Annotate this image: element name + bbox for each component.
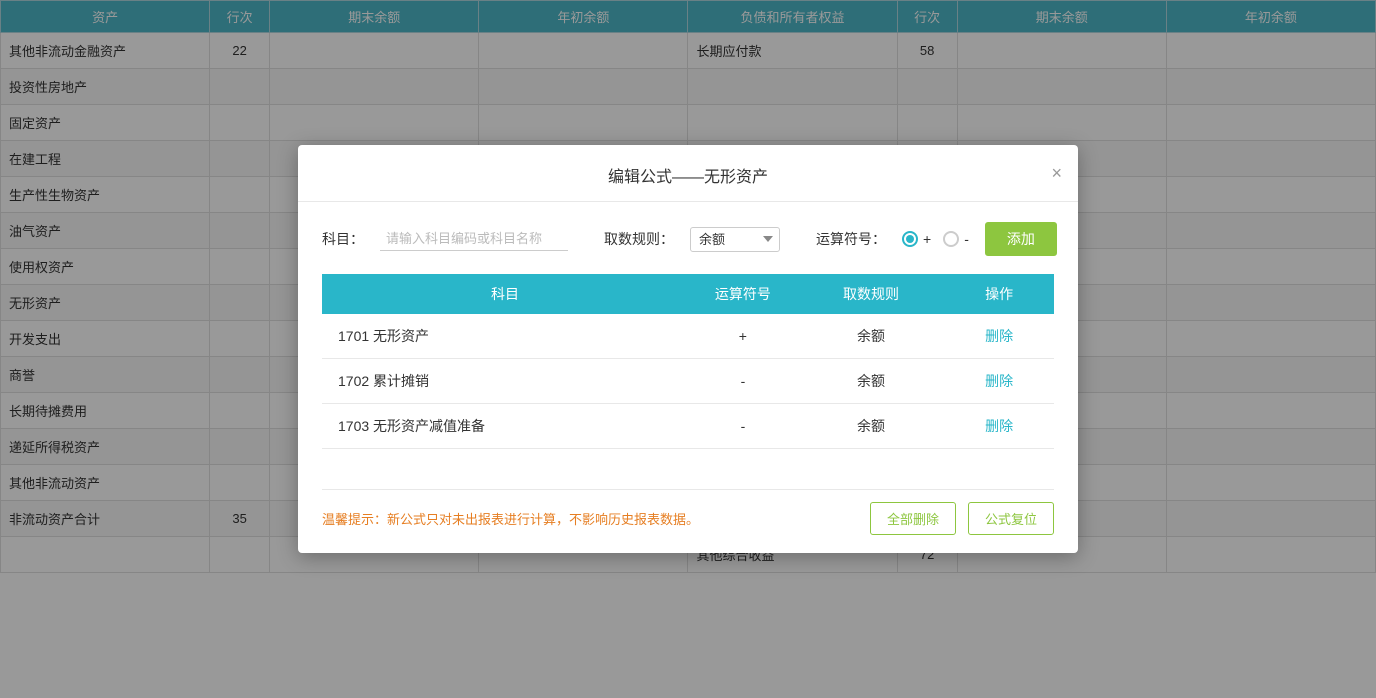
- formula-subject: 1703 无形资产减值准备: [322, 404, 688, 449]
- subject-input[interactable]: [380, 227, 568, 251]
- subject-label: 科目：: [322, 229, 364, 249]
- formula-table: 科目 运算符号 取数规则 操作 1701 无形资产 + 余额 删除 1702 累…: [322, 274, 1054, 449]
- formula-rule: 余额: [798, 404, 944, 449]
- dialog-header: 编辑公式——无形资产 ×: [298, 145, 1078, 202]
- dialog-footer: 温馨提示：新公式只对未出报表进行计算，不影响历史报表数据。 全部删除 公式复位: [298, 490, 1078, 553]
- dialog-body: 科目： 取数规则： 余额 借方发生额 贷方发生额 运算符号： +: [298, 202, 1078, 489]
- delete-link[interactable]: 删除: [985, 418, 1013, 434]
- radio-minus-circle: [943, 231, 959, 247]
- operator-minus-radio[interactable]: -: [943, 231, 969, 247]
- formula-action: 删除: [944, 359, 1054, 404]
- rule-select-wrap: 余额 借方发生额 贷方发生额: [690, 227, 780, 252]
- formula-subject: 1701 无形资产: [322, 314, 688, 359]
- formula-operator: -: [688, 404, 798, 449]
- formula-action: 删除: [944, 314, 1054, 359]
- formula-operator: -: [688, 359, 798, 404]
- formula-action: 删除: [944, 404, 1054, 449]
- form-row: 科目： 取数规则： 余额 借方发生额 贷方发生额 运算符号： +: [322, 222, 1054, 256]
- delete-link[interactable]: 删除: [985, 373, 1013, 389]
- formula-row: 1701 无形资产 + 余额 删除: [322, 314, 1054, 359]
- formula-operator: +: [688, 314, 798, 359]
- col-operator: 运算符号: [688, 274, 798, 314]
- col-action: 操作: [944, 274, 1054, 314]
- edit-formula-dialog: 编辑公式——无形资产 × 科目： 取数规则： 余额 借方发生额 贷方发生额 运算…: [298, 145, 1078, 553]
- dialog-close-button[interactable]: ×: [1051, 164, 1062, 182]
- operator-plus-radio[interactable]: +: [902, 231, 931, 247]
- rule-label: 取数规则：: [604, 229, 674, 249]
- formula-row: 1702 累计摊销 - 余额 删除: [322, 359, 1054, 404]
- radio-plus-circle: [902, 231, 918, 247]
- col-rule: 取数规则: [798, 274, 944, 314]
- add-button[interactable]: 添加: [985, 222, 1057, 256]
- delete-all-button[interactable]: 全部删除: [870, 502, 956, 535]
- operator-label: 运算符号：: [816, 229, 886, 249]
- footer-tip: 温馨提示：新公式只对未出报表进行计算，不影响历史报表数据。: [322, 509, 699, 528]
- col-subject: 科目: [322, 274, 688, 314]
- modal-overlay: 编辑公式——无形资产 × 科目： 取数规则： 余额 借方发生额 贷方发生额 运算…: [0, 0, 1376, 698]
- formula-subject: 1702 累计摊销: [322, 359, 688, 404]
- delete-link[interactable]: 删除: [985, 328, 1013, 344]
- radio-plus-label: +: [923, 231, 931, 247]
- dialog-title: 编辑公式——无形资产: [608, 169, 768, 186]
- rule-select[interactable]: 余额 借方发生额 贷方发生额: [690, 227, 780, 252]
- operator-radio-group: + -: [902, 231, 969, 247]
- formula-rule: 余额: [798, 314, 944, 359]
- formula-row: 1703 无形资产减值准备 - 余额 删除: [322, 404, 1054, 449]
- radio-minus-label: -: [964, 231, 969, 247]
- footer-buttons: 全部删除 公式复位: [870, 502, 1054, 535]
- reset-formula-button[interactable]: 公式复位: [968, 502, 1054, 535]
- formula-rule: 余额: [798, 359, 944, 404]
